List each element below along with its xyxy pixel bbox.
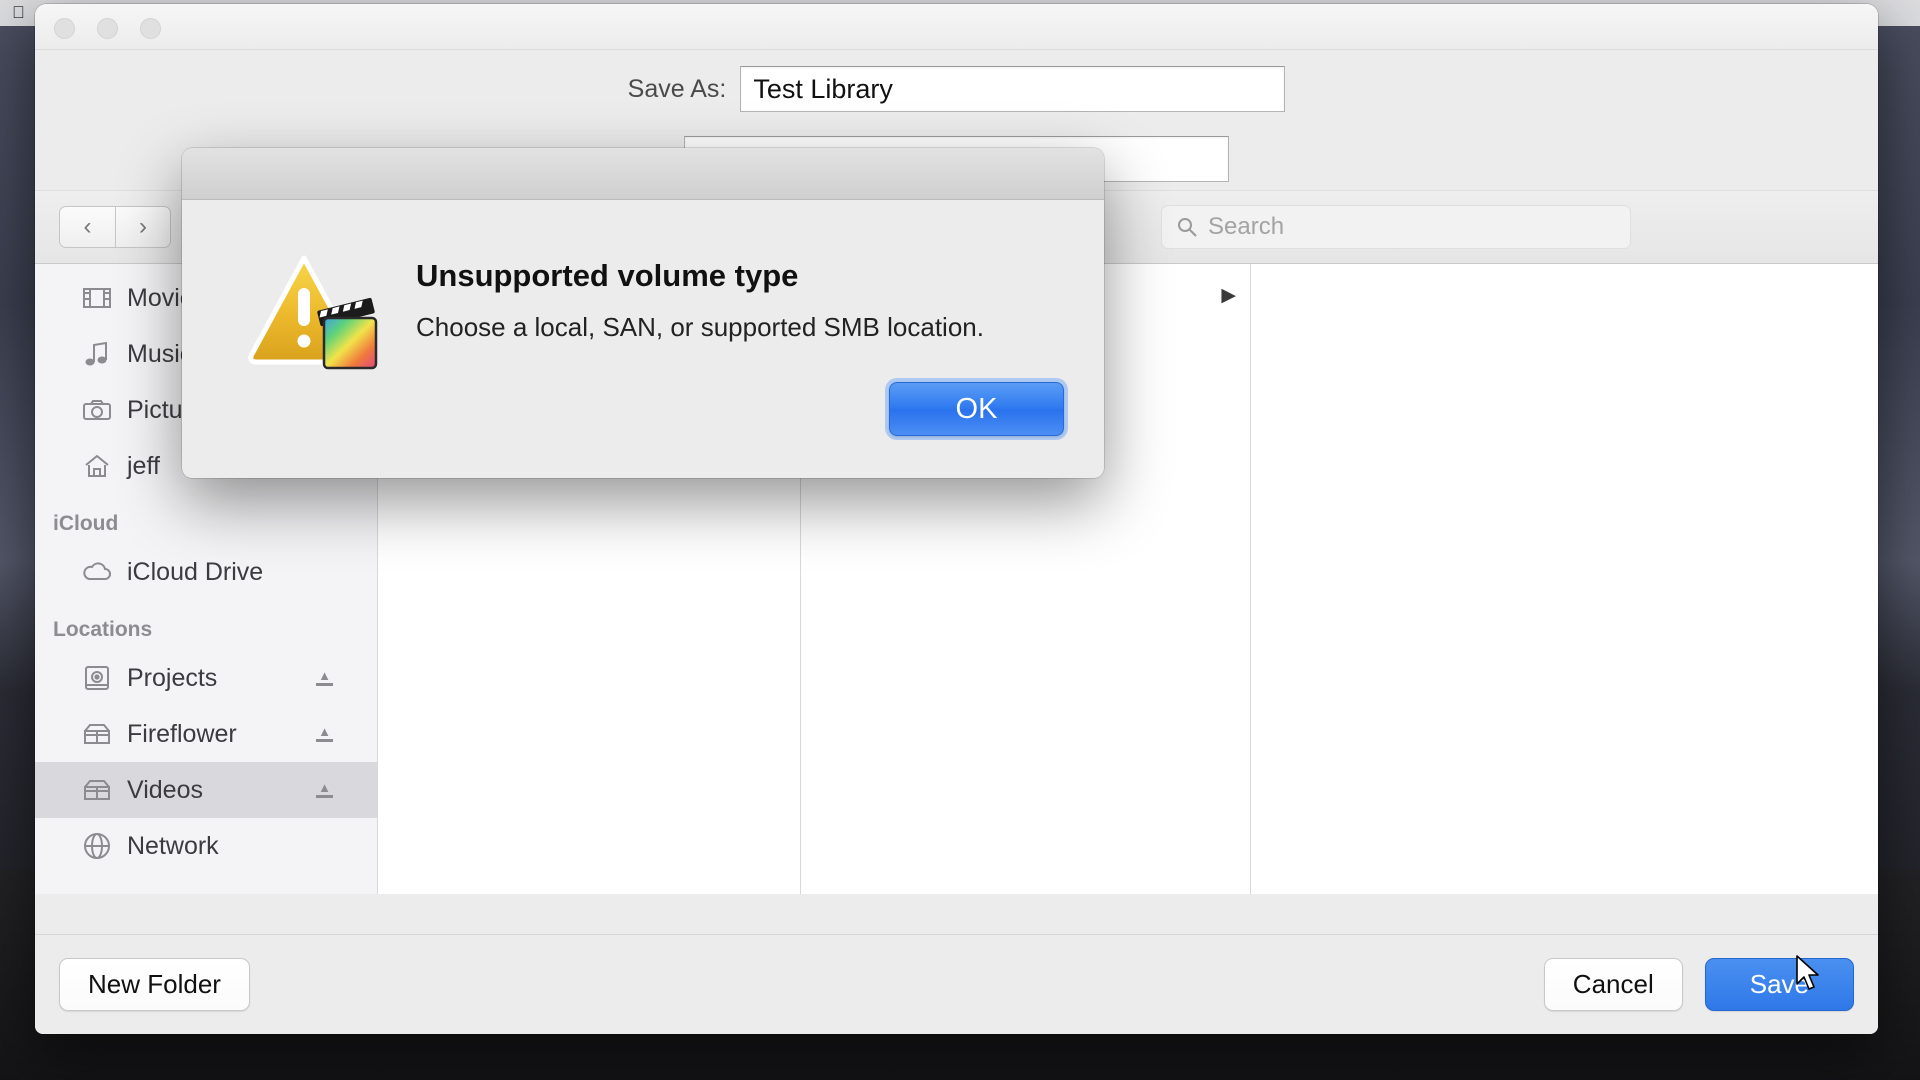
save-as-label: Save As: [627, 74, 727, 103]
sidebar-item-fireflower[interactable]: Fireflower ▲ [35, 706, 377, 762]
eject-icon[interactable]: ▲ [316, 725, 333, 742]
sidebar-item-label: Projects [127, 663, 218, 692]
save-as-row: Save As: Test Library [35, 50, 1878, 128]
hard-disk-icon [81, 662, 113, 694]
chevron-right-icon: › [139, 213, 147, 240]
cancel-button[interactable]: Cancel [1543, 958, 1683, 1011]
search-field[interactable]: Search [1161, 205, 1631, 249]
save-button[interactable]: Save [1704, 958, 1854, 1011]
alert-titlebar [182, 148, 1104, 200]
forward-button[interactable]: › [115, 206, 171, 248]
sidebar-item-icloud-drive[interactable]: iCloud Drive [35, 544, 377, 600]
alert-body: Unsupported volume type Choose a local, … [182, 200, 1104, 478]
sidebar-item-label: Network [127, 831, 219, 860]
browser-column-3[interactable] [1251, 264, 1878, 894]
sidebar-item-label: iCloud Drive [127, 557, 264, 586]
alert-dialog: Unsupported volume type Choose a local, … [182, 148, 1104, 478]
sidebar-item-label: Videos [127, 775, 203, 804]
sidebar-group-icloud: iCloud [53, 512, 119, 535]
minimize-button[interactable] [97, 18, 118, 39]
file-name-input[interactable]: Test Library [740, 66, 1286, 112]
music-note-icon [81, 338, 113, 370]
dialog-footer: New Folder Cancel Save [35, 934, 1878, 1034]
zoom-button[interactable] [140, 18, 161, 39]
new-folder-button[interactable]: New Folder [59, 958, 250, 1011]
cloud-icon [81, 556, 113, 588]
globe-icon [81, 830, 113, 862]
search-icon [1174, 214, 1200, 240]
camera-icon [81, 394, 113, 426]
sidebar-item-label: jeff [127, 451, 160, 480]
alert-message: Choose a local, SAN, or supported SMB lo… [416, 312, 984, 342]
ok-button[interactable]: OK [889, 382, 1064, 436]
eject-icon[interactable]: ▲ [316, 781, 333, 798]
disclosure-triangle-icon[interactable]: ▶ [1221, 284, 1236, 307]
close-button[interactable] [54, 18, 75, 39]
sidebar-item-network[interactable]: Network [35, 818, 377, 874]
server-icon [81, 774, 113, 806]
sidebar-item-videos[interactable]: Videos ▲ [35, 762, 377, 818]
search-placeholder-text: Search [1208, 213, 1285, 240]
window-titlebar [35, 4, 1878, 50]
warning-triangle-with-fcpx-icon [244, 242, 394, 392]
back-button[interactable]: ‹ [59, 206, 115, 248]
server-icon [81, 718, 113, 750]
sidebar-item-projects[interactable]: Projects ▲ [35, 650, 377, 706]
chevron-left-icon: ‹ [83, 213, 92, 240]
home-icon [81, 450, 113, 482]
sidebar-item-label: Fireflower [127, 719, 237, 748]
sidebar-group-locations: Locations [53, 618, 153, 641]
apple-menu-icon[interactable]:  [12, 3, 25, 23]
film-icon [81, 282, 113, 314]
eject-icon[interactable]: ▲ [316, 669, 333, 686]
alert-heading: Unsupported volume type [416, 258, 799, 293]
